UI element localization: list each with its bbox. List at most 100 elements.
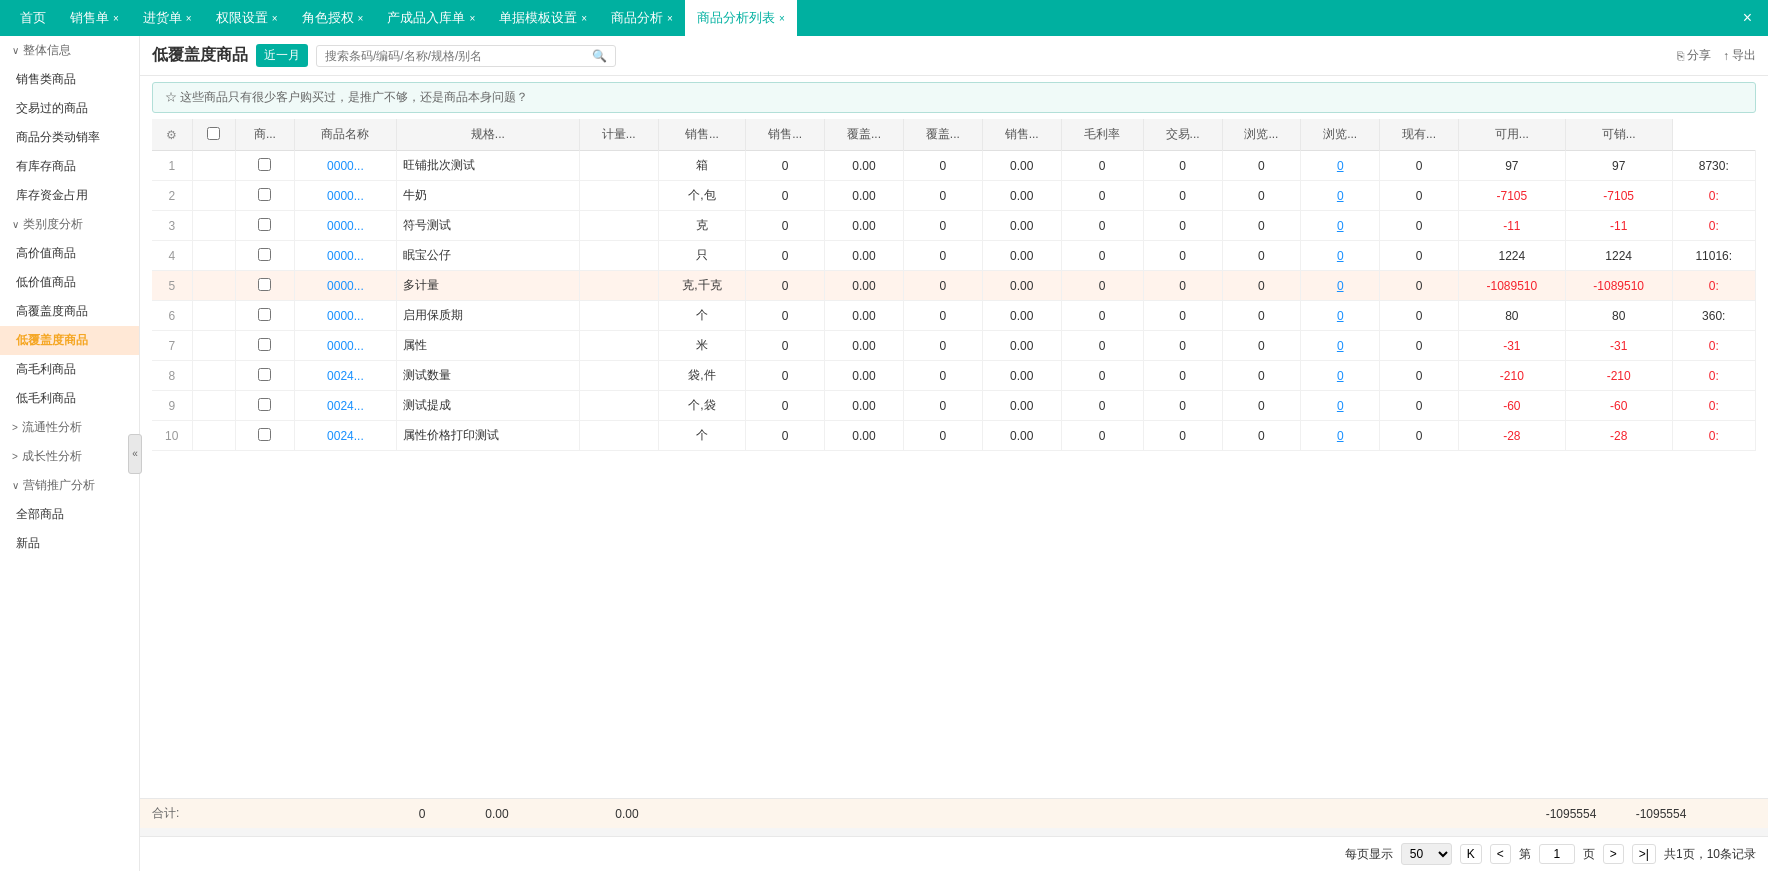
row-checkbox-input-4[interactable] <box>258 278 271 291</box>
nav-close-purchase[interactable]: × <box>186 13 192 24</box>
row-checkbox-input-7[interactable] <box>258 368 271 381</box>
row-browse1-1[interactable]: 0 <box>1301 181 1380 211</box>
nav-product-analysis[interactable]: 商品分析 × <box>599 0 685 36</box>
row-available-5: 80 <box>1565 301 1672 331</box>
sidebar-collapse-btn[interactable]: « <box>128 434 142 474</box>
th-browse2[interactable]: 浏览... <box>1301 119 1380 151</box>
nav-sales[interactable]: 销售单 × <box>58 0 131 36</box>
row-code-2: 0000... <box>294 211 396 241</box>
nav-permissions[interactable]: 权限设置 × <box>204 0 290 36</box>
sidebar-item-all-goods[interactable]: 全部商品 <box>0 500 139 529</box>
sidebar-item-high-margin[interactable]: 高毛利商品 <box>0 355 139 384</box>
sidebar-item-sales-goods[interactable]: 销售类商品 <box>0 65 139 94</box>
row-browse1-7[interactable]: 0 <box>1301 361 1380 391</box>
row-sales-amount-0: 0.00 <box>825 151 904 181</box>
th-settings[interactable]: ⚙ <box>152 119 192 151</box>
row-browse1-4[interactable]: 0 <box>1301 271 1380 301</box>
sidebar-item-new-goods[interactable]: 新品 <box>0 529 139 558</box>
sidebar-item-capital[interactable]: 库存资金占用 <box>0 181 139 210</box>
th-sales-amount[interactable]: 销售... <box>746 119 825 151</box>
sidebar-item-category-rate[interactable]: 商品分类动销率 <box>0 123 139 152</box>
search-input[interactable] <box>325 49 588 63</box>
sidebar-section-liquidity[interactable]: > 流通性分析 <box>0 413 139 442</box>
row-current-0: 97 <box>1458 151 1565 181</box>
row-browse1-2[interactable]: 0 <box>1301 211 1380 241</box>
row-checkbox-input-8[interactable] <box>258 398 271 411</box>
export-button[interactable]: ↑ 导出 <box>1723 47 1756 64</box>
row-browse1-5[interactable]: 0 <box>1301 301 1380 331</box>
row-checkbox-input-1[interactable] <box>258 188 271 201</box>
th-current[interactable]: 现有... <box>1380 119 1459 151</box>
row-checkbox-input-2[interactable] <box>258 218 271 231</box>
row-browse1-0[interactable]: 0 <box>1301 151 1380 181</box>
th-name[interactable]: 商品名称 <box>294 119 396 151</box>
th-coverage2[interactable]: 覆盖... <box>903 119 982 151</box>
nav-close-finished[interactable]: × <box>469 13 475 24</box>
th-gross-rate[interactable]: 毛利率 <box>1061 119 1143 151</box>
row-checkbox-input-9[interactable] <box>258 428 271 441</box>
per-page-select[interactable]: 50 20 100 <box>1401 843 1452 865</box>
row-name-4: 多计量 <box>397 271 580 301</box>
row-checkbox-input-3[interactable] <box>258 248 271 261</box>
next-page-btn[interactable]: > <box>1603 844 1624 864</box>
th-transaction[interactable]: 交易... <box>1143 119 1222 151</box>
th-browse1[interactable]: 浏览... <box>1222 119 1301 151</box>
prev-page-btn[interactable]: < <box>1490 844 1511 864</box>
share-button[interactable]: ⎘ 分享 <box>1677 47 1711 64</box>
sidebar-section-growth[interactable]: > 成长性分析 <box>0 442 139 471</box>
sidebar-item-stock-goods[interactable]: 有库存商品 <box>0 152 139 181</box>
th-spec[interactable]: 规格... <box>397 119 580 151</box>
row-checkbox-input-5[interactable] <box>258 308 271 321</box>
settings-icon[interactable]: ⚙ <box>166 128 177 142</box>
nav-home[interactable]: 首页 <box>8 0 58 36</box>
row-coverage1-9: 0 <box>903 421 982 451</box>
nav-roles[interactable]: 角色授权 × <box>290 0 376 36</box>
window-close-button[interactable]: × <box>1735 9 1760 27</box>
row-transaction-6: 0 <box>1222 331 1301 361</box>
th-sellable[interactable]: 可销... <box>1565 119 1672 151</box>
row-name-1: 牛奶 <box>397 181 580 211</box>
row-checkbox-input-6[interactable] <box>258 338 271 351</box>
nav-finished-goods[interactable]: 产成品入库单 × <box>375 0 487 36</box>
row-browse1-3[interactable]: 0 <box>1301 241 1380 271</box>
th-unit[interactable]: 计量... <box>579 119 658 151</box>
sidebar-section-category[interactable]: ∨ 类别度分析 <box>0 210 139 239</box>
row-checkbox-input-0[interactable] <box>258 158 271 171</box>
th-code[interactable]: 商... <box>236 119 295 151</box>
sidebar-item-traded-goods[interactable]: 交易过的商品 <box>0 94 139 123</box>
sidebar-section-overall[interactable]: ∨ 整体信息 <box>0 36 139 65</box>
sidebar-item-low-value[interactable]: 低价值商品 <box>0 268 139 297</box>
nav-close-analysis[interactable]: × <box>667 13 673 24</box>
date-filter-button[interactable]: 近一月 <box>256 44 308 67</box>
nav-close-permissions[interactable]: × <box>272 13 278 24</box>
row-sales-qty-1: 0 <box>746 181 825 211</box>
th-available[interactable]: 可用... <box>1458 119 1565 151</box>
nav-close-analysis-list[interactable]: × <box>779 13 785 24</box>
page-number-input[interactable] <box>1539 844 1575 864</box>
nav-close-sales[interactable]: × <box>113 13 119 24</box>
first-page-btn[interactable]: K <box>1460 844 1482 864</box>
row-browse1-8[interactable]: 0 <box>1301 391 1380 421</box>
row-coverage1-6: 0 <box>903 331 982 361</box>
nav-templates[interactable]: 单据模板设置 × <box>487 0 599 36</box>
th-coverage1[interactable]: 覆盖... <box>825 119 904 151</box>
nav-close-roles[interactable]: × <box>358 13 364 24</box>
row-browse1-6[interactable]: 0 <box>1301 331 1380 361</box>
info-banner: ☆ 这些商品只有很少客户购买过，是推广不够，还是商品本身问题？ <box>152 82 1756 113</box>
nav-analysis-list[interactable]: 商品分析列表 × <box>685 0 797 36</box>
select-all-checkbox[interactable] <box>207 127 220 140</box>
row-browse1-9[interactable]: 0 <box>1301 421 1380 451</box>
export-icon: ↑ <box>1723 49 1729 63</box>
nav-purchase[interactable]: 进货单 × <box>131 0 204 36</box>
sidebar-item-high-coverage[interactable]: 高覆盖度商品 <box>0 297 139 326</box>
last-page-btn[interactable]: >| <box>1632 844 1656 864</box>
sidebar-item-low-margin[interactable]: 低毛利商品 <box>0 384 139 413</box>
th-sales-qty[interactable]: 销售... <box>658 119 746 151</box>
sidebar-section-marketing[interactable]: ∨ 营销推广分析 <box>0 471 139 500</box>
horizontal-scrollbar[interactable] <box>140 828 1768 836</box>
nav-close-templates[interactable]: × <box>581 13 587 24</box>
sidebar-item-low-coverage[interactable]: 低覆盖度商品 <box>0 326 139 355</box>
sidebar-item-high-value[interactable]: 高价值商品 <box>0 239 139 268</box>
table-row: 3 0000... 符号测试 克 0 0.00 0 0.00 0 0 0 0 0… <box>152 211 1756 241</box>
th-sales3[interactable]: 销售... <box>982 119 1061 151</box>
